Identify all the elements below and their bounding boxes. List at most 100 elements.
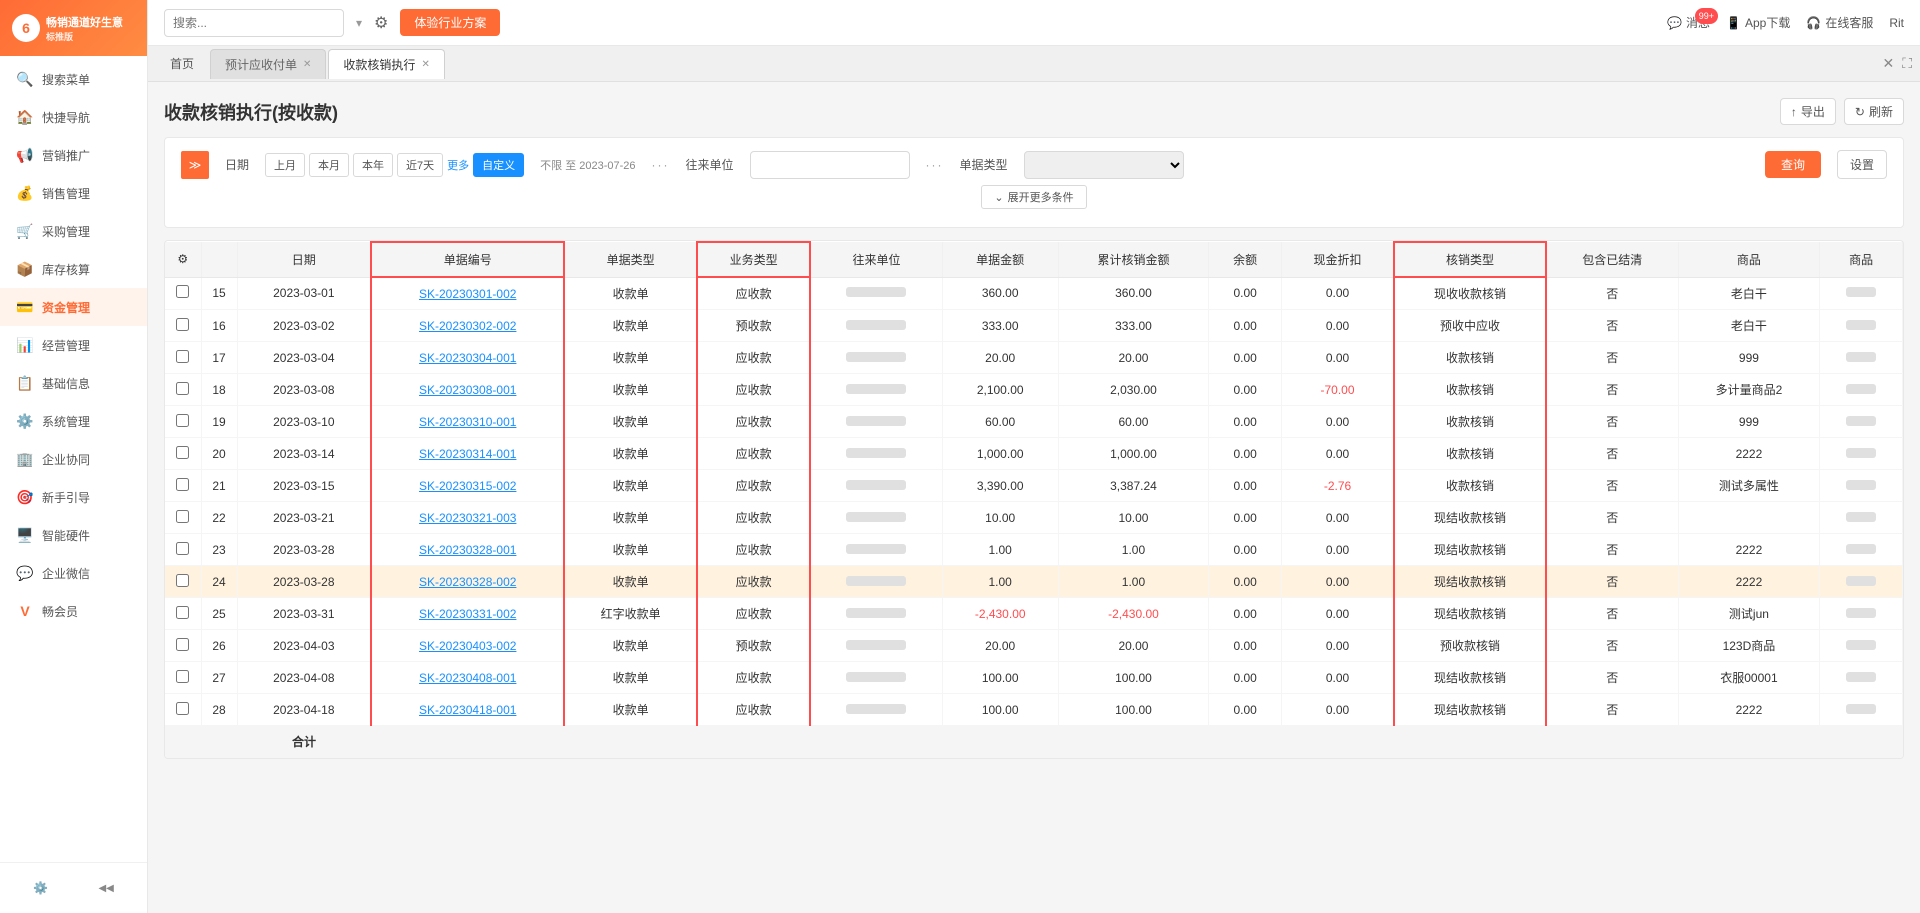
date-more-link[interactable]: 更多 <box>447 157 469 173</box>
date-custom-button[interactable]: 自定义 <box>473 153 524 177</box>
col-checkbox[interactable] <box>165 374 201 406</box>
sidebar-item-hardware[interactable]: 🖥️ 智能硬件 <box>0 516 147 554</box>
bill-no-link[interactable]: SK-20230321-003 <box>419 511 516 525</box>
receipt-type-select[interactable] <box>1024 151 1184 179</box>
page-header-actions: ↑ 导出 ↻ 刷新 <box>1780 98 1904 125</box>
sidebar-item-guide[interactable]: 🎯 新手引导 <box>0 478 147 516</box>
date-last-month[interactable]: 上月 <box>265 153 305 177</box>
expand-more-button[interactable]: ⌄ 展开更多条件 <box>981 185 1086 209</box>
col-checkbox[interactable] <box>165 438 201 470</box>
filter-settings-button[interactable]: 设置 <box>1837 150 1887 179</box>
col-checkbox[interactable] <box>165 598 201 630</box>
col-checkbox[interactable] <box>165 566 201 598</box>
solution-button[interactable]: 体验行业方案 <box>400 9 500 36</box>
sidebar-item-system[interactable]: ⚙️ 系统管理 <box>0 402 147 440</box>
export-button[interactable]: ↑ 导出 <box>1780 98 1836 125</box>
tab-home[interactable]: 首页 <box>156 49 208 78</box>
bill-no-link[interactable]: SK-20230308-001 <box>419 383 516 397</box>
sidebar-item-quicknav[interactable]: 🏠 快捷导航 <box>0 98 147 136</box>
maximize-window-icon[interactable]: ⛶ <box>1902 55 1912 72</box>
col-amount-cell: 333.00 <box>942 310 1058 342</box>
sidebar-item-operation[interactable]: 📊 经营管理 <box>0 326 147 364</box>
col-included-cell: 否 <box>1546 470 1678 502</box>
sidebar-item-wechat[interactable]: 💬 企业微信 <box>0 554 147 592</box>
col-bill-no-cell: SK-20230321-003 <box>371 502 564 534</box>
bill-no-link[interactable]: SK-20230310-001 <box>419 415 516 429</box>
bill-no-link[interactable]: SK-20230408-001 <box>419 671 516 685</box>
col-checkbox[interactable] <box>165 662 201 694</box>
topbar-gear-icon[interactable]: ⚙ <box>374 13 388 33</box>
table-row: 16 2023-03-02 SK-20230302-002 收款单 预收款 33… <box>165 310 1903 342</box>
bill-no-link[interactable]: SK-20230403-002 <box>419 639 516 653</box>
topbar-search-input[interactable] <box>164 9 344 37</box>
sidebar-item-search[interactable]: 🔍 搜索菜单 <box>0 60 147 98</box>
filter-expand-button[interactable]: ≫ <box>181 151 209 179</box>
tab-prepay-close[interactable]: ✕ <box>303 59 311 70</box>
col-serial: 26 <box>201 630 237 662</box>
col-date-cell: 2023-03-28 <box>237 534 371 566</box>
col-date-cell: 2023-03-14 <box>237 438 371 470</box>
bill-no-link[interactable]: SK-20230328-002 <box>419 575 516 589</box>
table-scroll-container[interactable]: ⚙ 日期 单据编号 单据类型 业务类型 往来单位 单据金额 累计核销金额 余额 … <box>165 241 1903 758</box>
col-biz-type-cell: 应收款 <box>697 598 810 630</box>
bill-no-link[interactable]: SK-20230328-001 <box>419 543 516 557</box>
bill-no-link[interactable]: SK-20230304-001 <box>419 351 516 365</box>
refresh-button[interactable]: ↻ 刷新 <box>1844 98 1904 125</box>
export-icon: ↑ <box>1791 105 1797 119</box>
close-window-icon[interactable]: ✕ <box>1882 55 1894 72</box>
col-amount-cell: 100.00 <box>942 694 1058 726</box>
sidebar-settings-btn[interactable]: ⚙️ <box>27 875 54 901</box>
col-date-cell: 2023-03-04 <box>237 342 371 374</box>
tabbar: 首页 预计应收付单 ✕ 收款核销执行 ✕ ✕ ⛶ <box>148 46 1920 82</box>
tab-collection-close[interactable]: ✕ <box>421 59 429 70</box>
col-checkbox[interactable] <box>165 342 201 374</box>
col-checkbox[interactable] <box>165 502 201 534</box>
bill-no-link[interactable]: SK-20230315-002 <box>419 479 516 493</box>
col-checkbox[interactable] <box>165 534 201 566</box>
col-included-cell: 否 <box>1546 630 1678 662</box>
dropdown-arrow-icon[interactable]: ▾ <box>356 16 362 30</box>
col-checkbox[interactable] <box>165 277 201 310</box>
col-checkbox[interactable] <box>165 470 201 502</box>
date-this-month[interactable]: 本月 <box>309 153 349 177</box>
sidebar-item-finance[interactable]: 💳 资金管理 <box>0 288 147 326</box>
col-bill-no-cell: SK-20230308-001 <box>371 374 564 406</box>
bill-no-link[interactable]: SK-20230418-001 <box>419 703 516 717</box>
sidebar-item-enterprise[interactable]: 🏢 企业协同 <box>0 440 147 478</box>
col-date-cell: 2023-03-15 <box>237 470 371 502</box>
sidebar-item-member[interactable]: V 畅会员 <box>0 592 147 630</box>
sidebar-item-purchase[interactable]: 🛒 采购管理 <box>0 212 147 250</box>
app-download-button[interactable]: 📱 App下载 <box>1726 14 1790 31</box>
col-product2-cell <box>1820 662 1903 694</box>
sidebar-item-sales[interactable]: 💰 销售管理 <box>0 174 147 212</box>
date-this-year[interactable]: 本年 <box>353 153 393 177</box>
col-checkbox[interactable] <box>165 406 201 438</box>
bill-no-link[interactable]: SK-20230302-002 <box>419 319 516 333</box>
col-checkbox[interactable] <box>165 630 201 662</box>
building-icon: 🏢 <box>16 450 34 468</box>
col-discount-cell: 0.00 <box>1282 694 1394 726</box>
bill-no-link[interactable]: SK-20230301-002 <box>419 287 516 301</box>
col-amount-cell: 2,100.00 <box>942 374 1058 406</box>
query-button[interactable]: 查询 <box>1765 151 1821 178</box>
sidebar-bottom: ⚙️ ◀◀ <box>0 862 147 913</box>
online-service-button[interactable]: 🎧 在线客服 <box>1806 14 1873 31</box>
bill-no-link[interactable]: SK-20230331-002 <box>419 607 516 621</box>
sidebar-collapse-btn[interactable]: ◀◀ <box>92 875 119 901</box>
col-product-cell: 老白干 <box>1678 310 1820 342</box>
counterpart-input[interactable] <box>750 151 910 179</box>
messages-button[interactable]: 💬 消息 99+ <box>1667 14 1710 31</box>
tab-collection[interactable]: 收款核销执行 ✕ <box>328 49 444 79</box>
sidebar-item-inventory[interactable]: 📦 库存核算 <box>0 250 147 288</box>
date-7days[interactable]: 近7天 <box>397 153 443 177</box>
bill-no-link[interactable]: SK-20230314-001 <box>419 447 516 461</box>
col-balance: 余额 <box>1209 242 1282 277</box>
col-checkbox[interactable] <box>165 694 201 726</box>
sidebar-item-marketing[interactable]: 📢 营销推广 <box>0 136 147 174</box>
col-checkbox[interactable] <box>165 310 201 342</box>
col-date-cell: 2023-03-10 <box>237 406 371 438</box>
sidebar-item-basic[interactable]: 📋 基础信息 <box>0 364 147 402</box>
col-discount-cell: -70.00 <box>1282 374 1394 406</box>
col-discount-cell: 0.00 <box>1282 598 1394 630</box>
tab-prepay[interactable]: 预计应收付单 ✕ <box>210 49 326 79</box>
